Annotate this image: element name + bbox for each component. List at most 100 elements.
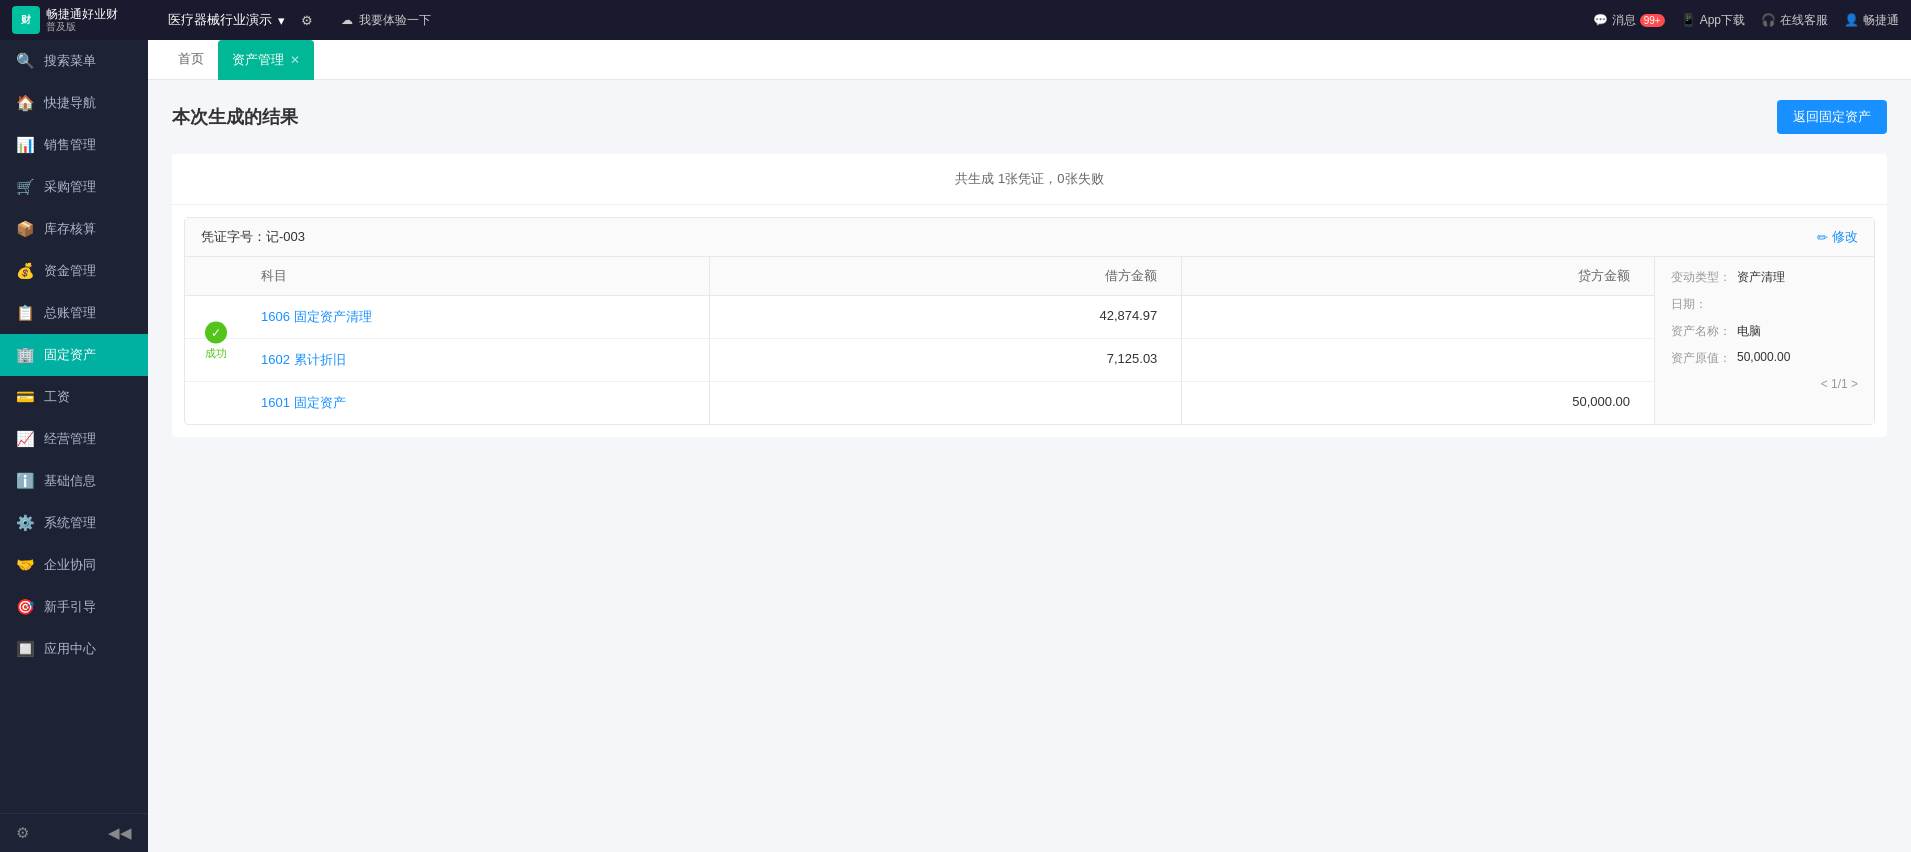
sidebar-item-label: 系统管理 [44, 514, 96, 532]
date-row: 日期： [1671, 296, 1858, 313]
tab-home[interactable]: 首页 [164, 40, 218, 80]
sidebar-item-fund[interactable]: 💰 资金管理 [0, 250, 148, 292]
sidebar-item-label: 新手引导 [44, 598, 96, 616]
table-header: 科目 借方金额 贷方金额 [185, 257, 1654, 296]
ledger-icon: 📋 [16, 304, 34, 322]
row2-debit: 7,125.03 [710, 339, 1183, 381]
sidebar-item-guide[interactable]: 🎯 新手引导 [0, 586, 148, 628]
experience-button[interactable]: ☁ 我要体验一下 [333, 8, 439, 33]
sidebar-item-inventory[interactable]: 📦库存核算 [0, 208, 148, 250]
sidebar-item-system[interactable]: ⚙️ 系统管理 [0, 502, 148, 544]
sidebar-item-label: 企业协同 [44, 556, 96, 574]
result-summary: 共生成 1张凭证，0张失败 [172, 154, 1887, 205]
collapse-sidebar-icon[interactable]: ◀◀ [108, 824, 132, 842]
sidebar-item-label: 资金管理 [44, 262, 96, 280]
column-credit: 贷方金额 [1182, 257, 1654, 295]
payroll-icon: 💳 [16, 388, 34, 406]
quick-nav-icon: 🏠 [16, 94, 34, 112]
content-area: 首页 资产管理 ✕ 本次生成的结果 返回固定资产 共生成 1张凭证，0张失败 [148, 40, 1911, 852]
sidebar-item-label: 采购管理 [44, 178, 96, 196]
page-content: 本次生成的结果 返回固定资产 共生成 1张凭证，0张失败 凭证字号：记-003 … [148, 80, 1911, 852]
tab-bar: 首页 资产管理 ✕ [148, 40, 1911, 80]
chevron-down-icon: ▾ [278, 13, 285, 28]
inventory-icon: 📦 [16, 220, 34, 238]
sidebar-item-label: 搜索菜单 [44, 52, 96, 70]
sidebar-item-purchase[interactable]: 🛒 采购管理 [0, 166, 148, 208]
column-subject: 科目 [245, 257, 710, 295]
sidebar-item-label: 快捷导航 [44, 94, 96, 112]
sidebar-item-basic-info[interactable]: ℹ️ 基础信息 [0, 460, 148, 502]
tab-asset-management[interactable]: 资产管理 ✕ [218, 40, 314, 80]
sales-icon: 📊 [16, 136, 34, 154]
original-value-label: 资产原值： [1671, 350, 1731, 367]
sidebar-scroll: 🔍搜索菜单 🏠 快捷导航 📊 销售管理 🛒 采购管理 📦库存核算 💰 资金管理 📋总账管理 🏢 固定资产… [0, 40, 148, 813]
row3-credit: 50,000.00 [1182, 382, 1654, 424]
main-layout: 🔍搜索菜单 🏠 快捷导航 📊 销售管理 🛒 采购管理 📦库存核算 💰 资金管理 📋总账管理 🏢 固定资产… [0, 40, 1911, 852]
original-value-value: 50,000.00 [1737, 350, 1790, 367]
logo-area: 财 畅捷通好业财 普及版 [12, 6, 160, 34]
sidebar-item-operations[interactable]: 📈 经营管理 [0, 418, 148, 460]
sidebar-item-label: 经营管理 [44, 430, 96, 448]
asset-name-row: 资产名称： 电脑 [1671, 323, 1858, 340]
sidebar-item-search[interactable]: 🔍搜索菜单 [0, 40, 148, 82]
change-type-label: 变动类型： [1671, 269, 1731, 286]
row1-debit: 42,874.97 [710, 296, 1183, 338]
header-settings-button[interactable]: ⚙ [293, 6, 321, 34]
headset-icon: 🎧 [1761, 13, 1776, 27]
sidebar-item-label: 基础信息 [44, 472, 96, 490]
message-button[interactable]: 💬 消息 99 [1593, 12, 1665, 29]
page-title: 本次生成的结果 [172, 105, 298, 129]
side-info-panel: 变动类型： 资产清理 日期： 资产名称： 电脑 [1654, 257, 1874, 424]
row1-credit [1182, 296, 1654, 338]
basic-info-icon: ℹ️ [16, 472, 34, 490]
operations-icon: 📈 [16, 430, 34, 448]
side-info-pagination[interactable]: < 1/1 > [1671, 377, 1858, 391]
sidebar-item-payroll[interactable]: 💳工资 [0, 376, 148, 418]
sidebar-item-app-center[interactable]: 🔲应用中心 [0, 628, 148, 670]
voucher-section: 凭证字号：记-003 ✏ 修改 ✓ 成功 [184, 217, 1875, 425]
app-center-icon: 🔲 [16, 640, 34, 658]
summary-text: 共生成 1张凭证，0张失败 [955, 171, 1103, 186]
edit-icon: ✏ [1817, 230, 1828, 245]
mobile-icon: 📱 [1681, 13, 1696, 27]
table-row: 1602 累计折旧 7,125.03 [185, 339, 1654, 382]
success-label: 成功 [205, 345, 227, 360]
table-row: 1601 固定资产 50,000.00 [185, 382, 1654, 424]
header-right-actions: 💬 消息 99 📱 App下载 🎧 在线客服 👤 畅捷通 [1593, 12, 1899, 29]
company-name: 医疗器械行业演示 [168, 11, 272, 29]
user-avatar: 👤 [1844, 13, 1859, 27]
logo-sub-text: 普及版 [46, 21, 118, 33]
sidebar-item-label: 固定资产 [44, 346, 96, 364]
return-fixed-assets-button[interactable]: 返回固定资产 [1777, 100, 1887, 134]
purchase-icon: 🛒 [16, 178, 34, 196]
company-selector[interactable]: 医疗器械行业演示 ▾ [160, 7, 293, 33]
change-type-row: 变动类型： 资产清理 [1671, 269, 1858, 286]
sidebar-item-fixed-assets[interactable]: 🏢 固定资产 [0, 334, 148, 376]
sidebar: 🔍搜索菜单 🏠 快捷导航 📊 销售管理 🛒 采购管理 📦库存核算 💰 资金管理 📋总账管理 🏢 固定资产… [0, 40, 148, 852]
sidebar-footer: ⚙ ◀◀ [0, 813, 148, 852]
row3-subject: 1601 固定资产 [245, 382, 710, 424]
user-menu-button[interactable]: 👤 畅捷通 [1844, 12, 1899, 29]
system-icon: ⚙️ [16, 514, 34, 532]
tab-close-icon[interactable]: ✕ [290, 53, 300, 67]
sidebar-item-label: 销售管理 [44, 136, 96, 154]
sidebar-item-cooperation[interactable]: 🤝企业协同 [0, 544, 148, 586]
original-value-row: 资产原值： 50,000.00 [1671, 350, 1858, 367]
app-download-button[interactable]: 📱 App下载 [1681, 12, 1745, 29]
sidebar-item-ledger[interactable]: 📋总账管理 [0, 292, 148, 334]
asset-name-value: 电脑 [1737, 323, 1761, 340]
settings-footer-icon[interactable]: ⚙ [16, 824, 29, 842]
logo-icon: 财 [12, 6, 40, 34]
edit-voucher-button[interactable]: ✏ 修改 [1817, 228, 1858, 246]
sidebar-item-sales[interactable]: 📊 销售管理 [0, 124, 148, 166]
row3-debit [710, 382, 1183, 424]
fixed-assets-icon: 🏢 [16, 346, 34, 364]
result-panel: 共生成 1张凭证，0张失败 凭证字号：记-003 ✏ 修改 [172, 154, 1887, 437]
table-row: 1606 固定资产清理 42,874.97 [185, 296, 1654, 339]
fund-icon: 💰 [16, 262, 34, 280]
online-service-button[interactable]: 🎧 在线客服 [1761, 12, 1828, 29]
guide-icon: 🎯 [16, 598, 34, 616]
date-label: 日期： [1671, 296, 1707, 313]
row1-subject: 1606 固定资产清理 [245, 296, 710, 338]
sidebar-item-quick-nav[interactable]: 🏠 快捷导航 [0, 82, 148, 124]
